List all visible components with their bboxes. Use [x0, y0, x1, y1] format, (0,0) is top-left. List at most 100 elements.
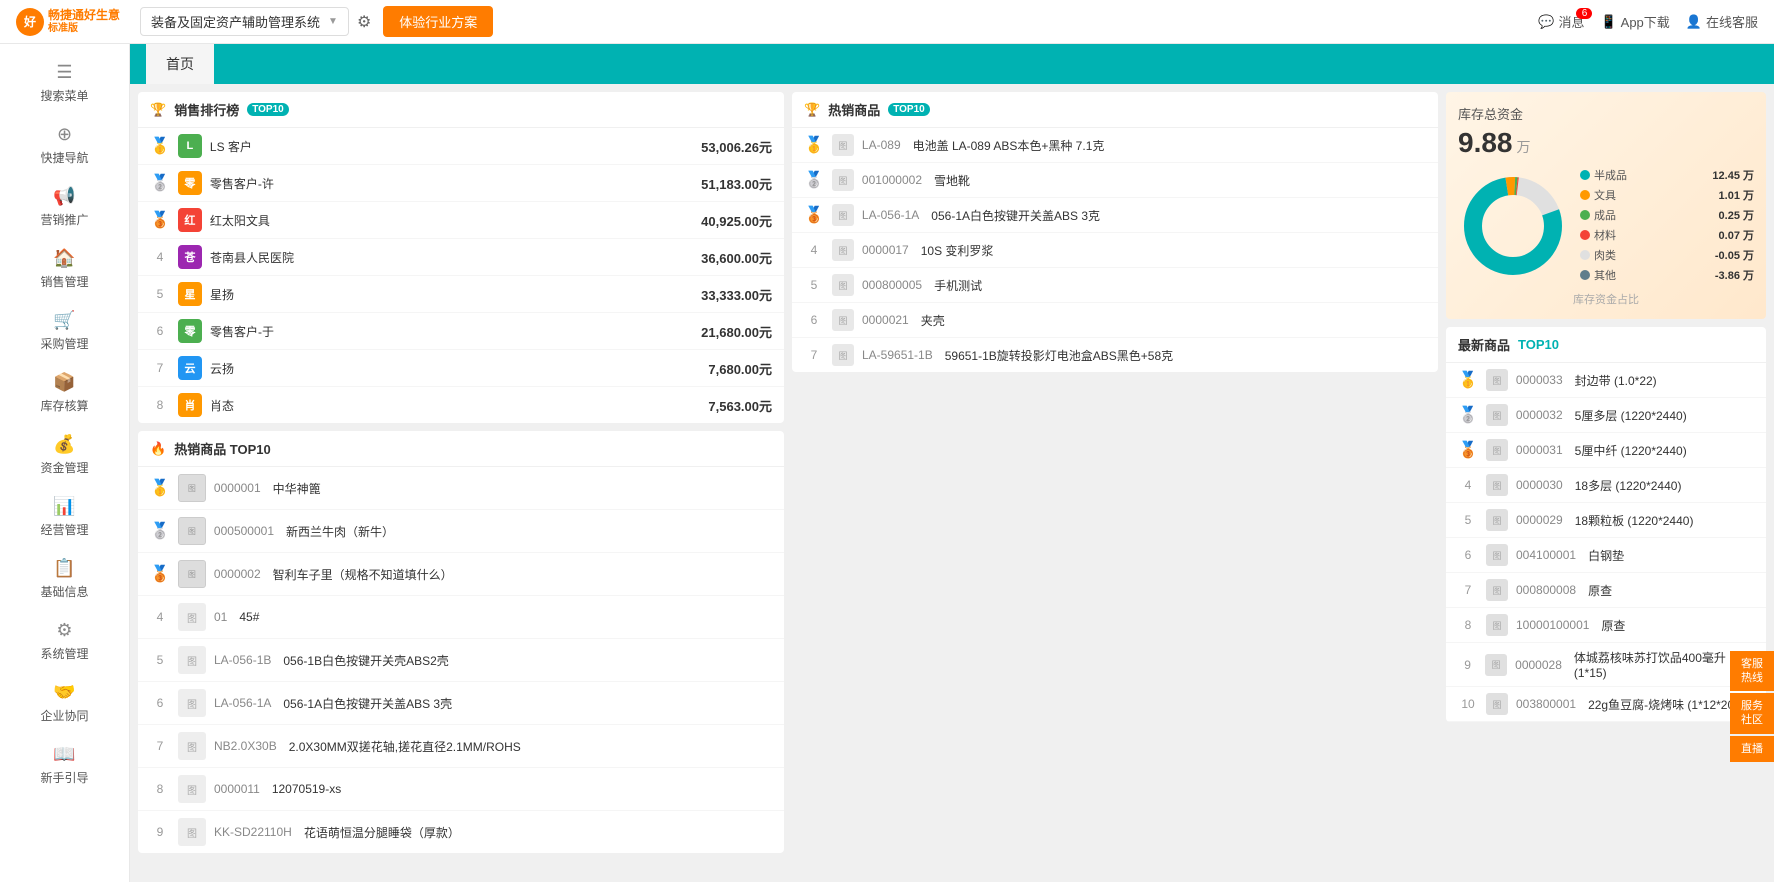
sales-rank-row: 7 云 云扬 7,680.00元 — [138, 350, 784, 387]
legend-item: 成品 0.25 万 — [1580, 207, 1754, 223]
product-icon: 图 — [1486, 404, 1508, 426]
trial-button[interactable]: 体验行业方案 — [383, 6, 493, 37]
product-name: 雪地靴 — [934, 172, 970, 189]
product-name: 体城荔核味苏打饮品400毫升 (1*15) — [1574, 649, 1754, 680]
message-btn[interactable]: 💬 消息 6 — [1538, 12, 1584, 31]
sidebar-label-operations: 经营管理 — [40, 521, 88, 538]
legend-item: 肉类 -0.05 万 — [1580, 247, 1754, 263]
sidebar-item-quick-nav[interactable]: ⊕快捷导航 — [0, 114, 129, 176]
sidebar-item-purchase[interactable]: 🛒采购管理 — [0, 300, 129, 362]
product-icon-placeholder: 图 — [178, 689, 206, 717]
sidebar-item-base-info[interactable]: 📋 基础信息 — [0, 548, 129, 610]
product-name: 10S 变利罗浆 — [921, 242, 994, 259]
product-code: 000800005 — [862, 278, 922, 292]
tab-home[interactable]: 首页 — [146, 44, 214, 84]
online-service-btn[interactable]: 👤 在线客服 — [1686, 12, 1758, 31]
product-name: 电池盖 LA-089 ABS本色+黑种 7.1克 — [913, 137, 1105, 154]
new-products-title: 最新商品 — [1458, 335, 1510, 354]
app-download-btn[interactable]: 📱 App下载 — [1600, 12, 1669, 31]
sales-rank-row: 8 肖 肖态 7,563.00元 — [138, 387, 784, 423]
sidebar-item-enterprise[interactable]: 🤝企业协同 — [0, 672, 129, 734]
sidebar-item-marketing[interactable]: 📢营销推广 — [0, 176, 129, 238]
product-icon: 图 — [832, 239, 854, 261]
product-icon: 图 — [1486, 693, 1508, 715]
product-code: 0000031 — [1516, 443, 1563, 457]
medal-icon: 🥇 — [804, 135, 824, 155]
product-code: 004100001 — [1516, 548, 1576, 562]
hot-products-header: 🔥 热销商品 TOP10 — [138, 431, 784, 467]
sidebar-item-system[interactable]: ⚙系统管理 — [0, 610, 129, 672]
product-name: 中华神篦 — [273, 480, 321, 497]
medal-icon: 🥈 — [1458, 405, 1478, 425]
product-image: 图 — [178, 474, 206, 502]
legend-item: 文具 1.01 万 — [1580, 187, 1754, 203]
main-content: 首页 🏆 销售排行榜 TOP10 🥇 L LS 客户 53,006.26元🥈 零 — [130, 44, 1774, 882]
product-code: LA-089 — [862, 138, 901, 152]
sidebar-icon-operations: 📊 — [53, 496, 75, 517]
sidebar-item-finance[interactable]: 💰资金管理 — [0, 424, 129, 486]
customer-avatar: 云 — [178, 356, 202, 380]
sidebar-item-sales[interactable]: 🏠销售管理 — [0, 238, 129, 300]
legend-name: 成品 — [1594, 207, 1715, 223]
float-live-btn[interactable]: 直播 — [1730, 736, 1774, 762]
right-col: 库存总资金 9.88 万 — [1446, 92, 1766, 874]
donut-legend: 半成品 12.45 万 文具 1.01 万 成品 0.25 万 材料 0.07 … — [1580, 167, 1754, 287]
logo: 好 畅捷通好生意 标准版 — [16, 8, 120, 36]
float-service-btn[interactable]: 客服热线 — [1730, 651, 1774, 692]
sidebar-label-base-info: 基础信息 — [40, 583, 88, 600]
hot-product-row: 🥇 图 0000001 中华神篦 — [138, 467, 784, 510]
sidebar-label-system: 系统管理 — [40, 645, 88, 662]
sidebar-item-search[interactable]: ☰搜索菜单 — [0, 52, 129, 114]
product-name: 新西兰牛肉（新牛） — [286, 523, 394, 540]
top-sales-row: 🥉 图 LA-056-1A 056-1A白色按键开关盖ABS 3克 — [792, 198, 1438, 233]
medal-icon: 🥇 — [150, 136, 170, 156]
sale-amount: 36,600.00元 — [701, 248, 772, 267]
sales-ranking-panel: 🏆 销售排行榜 TOP10 🥇 L LS 客户 53,006.26元🥈 零 零售… — [138, 92, 784, 423]
legend-name: 其他 — [1594, 267, 1711, 283]
product-code: 0000001 — [214, 481, 261, 495]
new-product-row: 8 图 10000100001 原查 — [1446, 608, 1766, 643]
sidebar-label-enterprise: 企业协同 — [40, 707, 88, 724]
sidebar: ☰搜索菜单⊕快捷导航📢营销推广🏠销售管理🛒采购管理📦库存核算💰资金管理 📊 经营管理… — [0, 44, 130, 882]
customer-avatar: 星 — [178, 282, 202, 306]
customer-avatar: 肖 — [178, 393, 202, 417]
float-community-btn[interactable]: 服务社区 — [1730, 693, 1774, 734]
phone-icon: 📱 — [1600, 14, 1616, 30]
hot-product-row: 8图 0000011 12070519-xs — [138, 768, 784, 811]
legend-value: 1.01 万 — [1719, 187, 1754, 203]
inventory-title: 库存总资金 — [1458, 104, 1754, 123]
product-name: 原查 — [1601, 617, 1625, 634]
sidebar-item-inventory[interactable]: 📦库存核算 — [0, 362, 129, 424]
product-icon-placeholder: 图 — [178, 775, 206, 803]
medal-icon: 🥈 — [150, 173, 170, 193]
product-name: 2.0X30MM双搓花轴,搓花直径2.1MM/ROHS — [289, 738, 521, 755]
sale-amount: 40,925.00元 — [701, 211, 772, 230]
product-icon: 图 — [1486, 579, 1508, 601]
product-icon: 图 — [1486, 474, 1508, 496]
legend-name: 文具 — [1594, 187, 1715, 203]
product-icon: 图 — [832, 274, 854, 296]
float-service: 客服热线 服务社区 直播 — [1730, 651, 1774, 762]
product-code: LA-056-1B — [214, 653, 271, 667]
new-product-row: 10 图 003800001 22g鱼豆腐-烧烤味 (1*12*20) — [1446, 687, 1766, 722]
product-code: LA-59651-1B — [862, 348, 933, 362]
hot-product-row: 9图 KK-SD22110H 花语萌恒温分腿睡袋（厚款） — [138, 811, 784, 853]
sidebar-label-purchase: 采购管理 — [40, 335, 88, 352]
sidebar-item-guide[interactable]: 📖新手引导 — [0, 734, 129, 796]
new-product-row: 9 图 0000028 体城荔核味苏打饮品400毫升 (1*15) — [1446, 643, 1766, 687]
product-code: 0000029 — [1516, 513, 1563, 527]
sales-rank-row: 4 苍 苍南县人民医院 36,600.00元 — [138, 239, 784, 276]
product-icon-placeholder: 图 — [178, 732, 206, 760]
customer-avatar: 零 — [178, 171, 202, 195]
product-name: 056-1B白色按键开关壳ABS2壳 — [283, 652, 448, 669]
sidebar-icon-base-info: 📋 — [53, 558, 75, 579]
hot-product-row: 4图 01 45# — [138, 596, 784, 639]
rank-number: 7 — [1458, 583, 1478, 597]
product-name: 056-1A白色按键开关盖ABS 3壳 — [283, 695, 452, 712]
system-selector[interactable]: 装备及固定资产辅助管理系统 ▼ — [140, 7, 349, 36]
sidebar-item-operations[interactable]: 📊 经营管理 — [0, 486, 129, 548]
gear-icon[interactable]: ⚙ — [357, 12, 371, 32]
logo-text: 畅捷通好生意 — [48, 8, 120, 22]
medal-icon: 🥇 — [150, 478, 170, 498]
new-product-row: 🥈 图 0000032 5厘多层 (1220*2440) — [1446, 398, 1766, 433]
